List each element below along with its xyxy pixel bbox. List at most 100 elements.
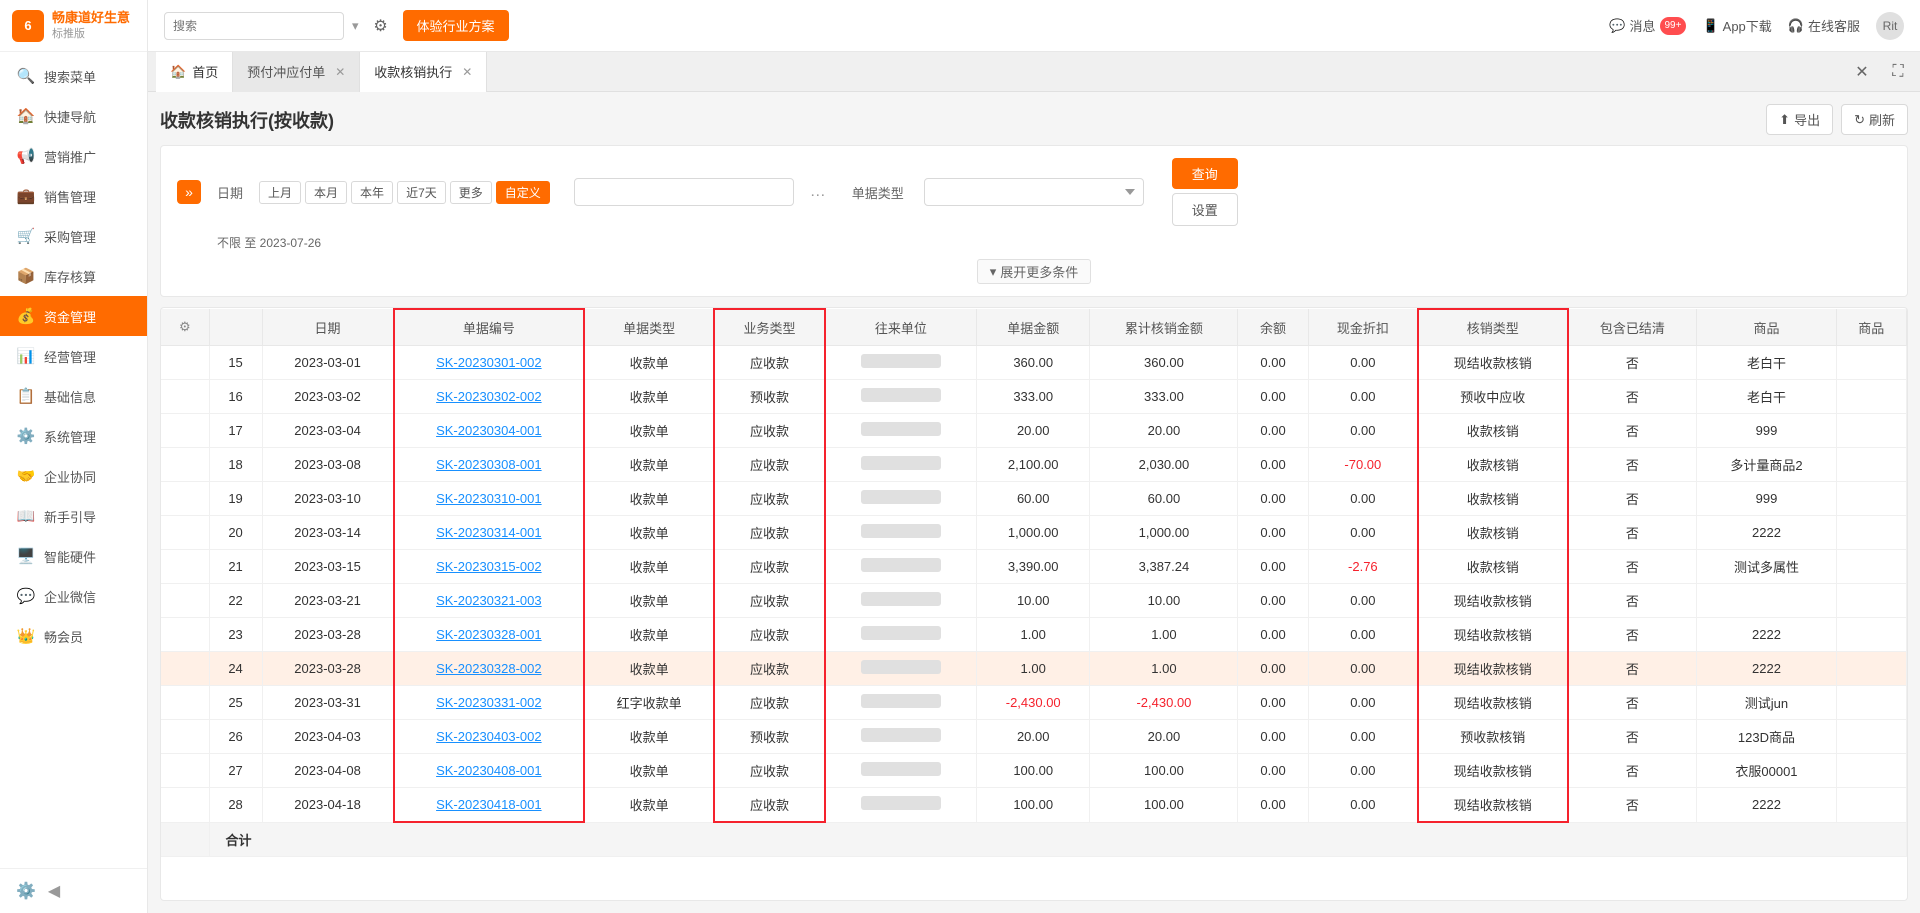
row-amount-cell: 333.00 <box>976 380 1089 414</box>
custom-date-button[interactable]: 自定义 <box>496 181 550 204</box>
refresh-button[interactable]: ↻ 刷新 <box>1841 104 1908 135</box>
doc-no-link[interactable]: SK-20230301-002 <box>436 355 542 370</box>
sidebar-icon-enterprise-coop: 🤝 <box>16 466 36 486</box>
row-balance-cell: 0.00 <box>1238 720 1308 754</box>
row-cancel-type-cell: 现结收款核销 <box>1418 652 1567 686</box>
tab-receivable-close[interactable]: ✕ <box>335 65 345 79</box>
sidebar-icon-guide: 📖 <box>16 506 36 526</box>
more-date-button[interactable]: 更多 <box>450 181 492 204</box>
sidebar-item-member[interactable]: 👑畅会员 <box>0 616 147 656</box>
doc-no-link[interactable]: SK-20230310-001 <box>436 491 542 506</box>
row-product2-cell <box>1836 584 1906 618</box>
doc-no-link[interactable]: SK-20230321-003 <box>436 593 542 608</box>
row-no-cell: 22 <box>209 584 262 618</box>
row-cancel-type-cell: 现结收款核销 <box>1418 686 1567 720</box>
last-7-days-button[interactable]: 近7天 <box>397 181 446 204</box>
app-download-item[interactable]: 📱 App下载 <box>1702 16 1771 35</box>
doc-no-link[interactable]: SK-20230302-002 <box>436 389 542 404</box>
online-service-item[interactable]: 🎧 在线客服 <box>1788 16 1860 35</box>
doc-no-link[interactable]: SK-20230308-001 <box>436 457 542 472</box>
row-cancel-type-cell: 收款核销 <box>1418 414 1567 448</box>
filter-expand-button[interactable]: » <box>177 180 201 204</box>
doc-no-link[interactable]: SK-20230331-002 <box>436 695 542 710</box>
export-button[interactable]: ⬆ 导出 <box>1766 104 1833 135</box>
row-checkbox-cell <box>161 380 209 414</box>
notification-item[interactable]: 💬 消息 99+ <box>1609 16 1686 35</box>
row-balance-cell: 0.00 <box>1238 618 1308 652</box>
tab-home[interactable]: 🏠 首页 <box>156 52 233 92</box>
doc-no-link[interactable]: SK-20230403-002 <box>436 729 542 744</box>
row-cancel-type-cell: 现结收款核销 <box>1418 788 1567 823</box>
row-product2-cell <box>1836 754 1906 788</box>
table-row: 26 2023-04-03 SK-20230403-002 收款单 预收款 20… <box>161 720 1907 754</box>
row-product2-cell <box>1836 414 1906 448</box>
sidebar-item-enterprise-coop[interactable]: 🤝企业协同 <box>0 456 147 496</box>
tab-close-all-button[interactable]: ✕ <box>1848 58 1876 86</box>
doc-no-link[interactable]: SK-20230328-001 <box>436 627 542 642</box>
row-balance-cell: 0.00 <box>1238 754 1308 788</box>
sidebar-item-marketing[interactable]: 📢营销推广 <box>0 136 147 176</box>
sidebar-item-smart-hardware[interactable]: 🖥️智能硬件 <box>0 536 147 576</box>
sidebar-item-basic[interactable]: 📋基础信息 <box>0 376 147 416</box>
tab-bar: 🏠 首页 预付冲应付单 ✕ 收款核销执行 ✕ ✕ ⛶ <box>148 52 1920 92</box>
settings-button[interactable]: 设置 <box>1172 193 1238 226</box>
row-biz-type-cell: 应收款 <box>714 618 825 652</box>
row-doc-type-cell: 收款单 <box>584 720 714 754</box>
doc-no-link[interactable]: SK-20230304-001 <box>436 423 542 438</box>
this-month-button[interactable]: 本月 <box>305 181 347 204</box>
receipt-type-select[interactable] <box>924 178 1144 206</box>
row-product2-cell <box>1836 482 1906 516</box>
row-balance-cell: 0.00 <box>1238 414 1308 448</box>
topbar-gear-icon[interactable]: ⚙ <box>367 12 395 40</box>
row-amount-cell: -2,430.00 <box>976 686 1089 720</box>
tab-receipt-cancel[interactable]: 收款核销执行 ✕ <box>360 52 487 92</box>
sidebar-item-quick-nav[interactable]: 🏠快捷导航 <box>0 96 147 136</box>
this-year-button[interactable]: 本年 <box>351 181 393 204</box>
row-cash-discount-cell: 0.00 <box>1308 618 1418 652</box>
table-row: 16 2023-03-02 SK-20230302-002 收款单 预收款 33… <box>161 380 1907 414</box>
sidebar-item-wechat[interactable]: 💬企业微信 <box>0 576 147 616</box>
sidebar-item-system[interactable]: ⚙️系统管理 <box>0 416 147 456</box>
counterparty-input[interactable] <box>574 178 794 206</box>
sidebar-icon-marketing: 📢 <box>16 146 36 166</box>
doc-no-link[interactable]: SK-20230314-001 <box>436 525 542 540</box>
table-row: 合计 <box>161 822 1907 857</box>
th-product: 商品 <box>1697 309 1836 346</box>
row-counterparty-cell <box>825 720 977 754</box>
topbar-dropdown-arrow: ▾ <box>352 18 359 34</box>
query-button[interactable]: 查询 <box>1172 158 1238 189</box>
row-doc-type-cell: 收款单 <box>584 652 714 686</box>
industry-solution-button[interactable]: 体验行业方案 <box>403 10 509 41</box>
sidebar-item-finance[interactable]: 💰资金管理 <box>0 296 147 336</box>
sidebar-label-system: 系统管理 <box>44 427 96 446</box>
th-gear[interactable]: ⚙ <box>161 309 209 346</box>
doc-no-link[interactable]: SK-20230328-002 <box>436 661 542 676</box>
tab-receivable[interactable]: 预付冲应付单 ✕ <box>233 52 360 92</box>
sidebar-item-purchase[interactable]: 🛒采购管理 <box>0 216 147 256</box>
data-table-container: ⚙ 日期 单据编号 单据类型 业务类型 往来单位 单据金额 累计核销金额 余额 … <box>160 307 1908 901</box>
doc-no-link[interactable]: SK-20230315-002 <box>436 559 542 574</box>
sidebar-item-guide[interactable]: 📖新手引导 <box>0 496 147 536</box>
tab-receipt-cancel-close[interactable]: ✕ <box>462 65 472 79</box>
expand-more-conditions-button[interactable]: ▾ 展开更多条件 <box>977 259 1092 284</box>
row-counterparty-cell <box>825 380 977 414</box>
sidebar-item-inventory[interactable]: 📦库存核算 <box>0 256 147 296</box>
page-title: 收款核销执行(按收款) <box>160 107 334 133</box>
row-no-cell: 18 <box>209 448 262 482</box>
collapse-icon[interactable]: ◀ <box>48 881 60 901</box>
sidebar-item-operations[interactable]: 📊经营管理 <box>0 336 147 376</box>
row-no-cell: 21 <box>209 550 262 584</box>
settings-bottom-icon[interactable]: ⚙️ <box>16 881 36 901</box>
topbar-search-input[interactable] <box>164 12 344 40</box>
tab-fullscreen-button[interactable]: ⛶ <box>1884 58 1912 86</box>
last-month-button[interactable]: 上月 <box>259 181 301 204</box>
row-cancel-amount-cell: 60.00 <box>1090 482 1238 516</box>
user-avatar[interactable]: Rit <box>1876 12 1904 40</box>
doc-no-link[interactable]: SK-20230408-001 <box>436 763 542 778</box>
doc-no-link[interactable]: SK-20230418-001 <box>436 797 542 812</box>
row-product2-cell <box>1836 448 1906 482</box>
filter-expand-more-row: ▾ 展开更多条件 <box>177 259 1891 284</box>
row-date-cell: 2023-03-01 <box>262 346 394 380</box>
sidebar-item-sales[interactable]: 💼销售管理 <box>0 176 147 216</box>
sidebar-item-search[interactable]: 🔍搜索菜单 <box>0 56 147 96</box>
